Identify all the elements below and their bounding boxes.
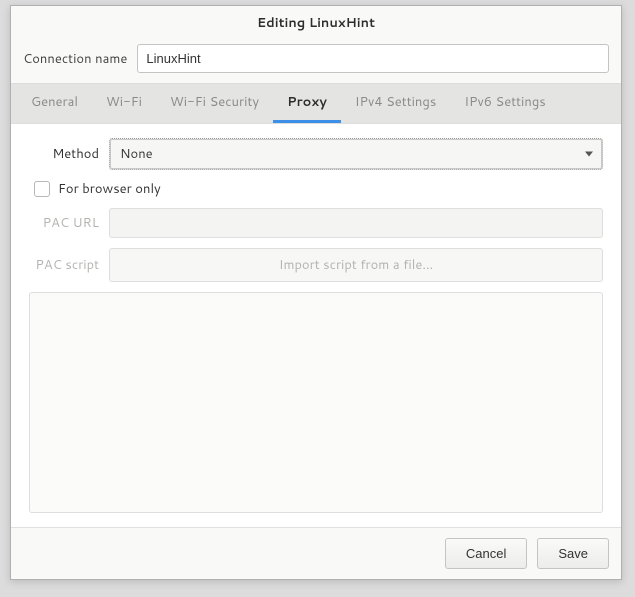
save-button[interactable]: Save <box>537 538 609 569</box>
method-label: Method <box>29 145 99 163</box>
connection-name-label: Connection name <box>23 50 127 68</box>
browser-only-checkbox[interactable] <box>34 181 50 197</box>
tab-bar: General Wi-Fi Wi-Fi Security Proxy IPv4 … <box>11 83 621 124</box>
connection-name-row: Connection name <box>11 42 621 83</box>
dialog-title: Editing LinuxHint <box>11 6 621 42</box>
tab-wifi[interactable]: Wi-Fi <box>92 84 156 123</box>
browser-only-row: For browser only <box>29 180 603 198</box>
connection-name-input[interactable] <box>137 44 609 73</box>
pac-url-input <box>109 208 603 238</box>
method-value: None <box>109 138 603 170</box>
dialog-footer: Cancel Save <box>11 527 621 579</box>
chevron-down-icon <box>585 152 593 157</box>
import-script-button: Import script from a file... <box>109 248 603 282</box>
tab-ipv6[interactable]: IPv6 Settings <box>450 84 559 123</box>
tab-general[interactable]: General <box>17 84 92 123</box>
tab-wifi-security[interactable]: Wi-Fi Security <box>156 84 273 123</box>
proxy-panel: Method None For browser only PAC URL PAC… <box>11 124 621 527</box>
tab-proxy[interactable]: Proxy <box>273 84 341 123</box>
browser-only-label: For browser only <box>58 180 161 198</box>
pac-url-row: PAC URL <box>29 208 603 238</box>
pac-script-row: PAC script Import script from a file... <box>29 248 603 282</box>
pac-url-label: PAC URL <box>29 214 99 232</box>
method-select[interactable]: None <box>109 138 603 170</box>
cancel-button[interactable]: Cancel <box>445 538 527 569</box>
tab-ipv4[interactable]: IPv4 Settings <box>341 84 450 123</box>
pac-script-textarea <box>29 292 603 513</box>
dialog-window: Editing LinuxHint Connection name Genera… <box>10 5 622 580</box>
pac-script-label: PAC script <box>29 256 99 274</box>
method-row: Method None <box>29 138 603 170</box>
